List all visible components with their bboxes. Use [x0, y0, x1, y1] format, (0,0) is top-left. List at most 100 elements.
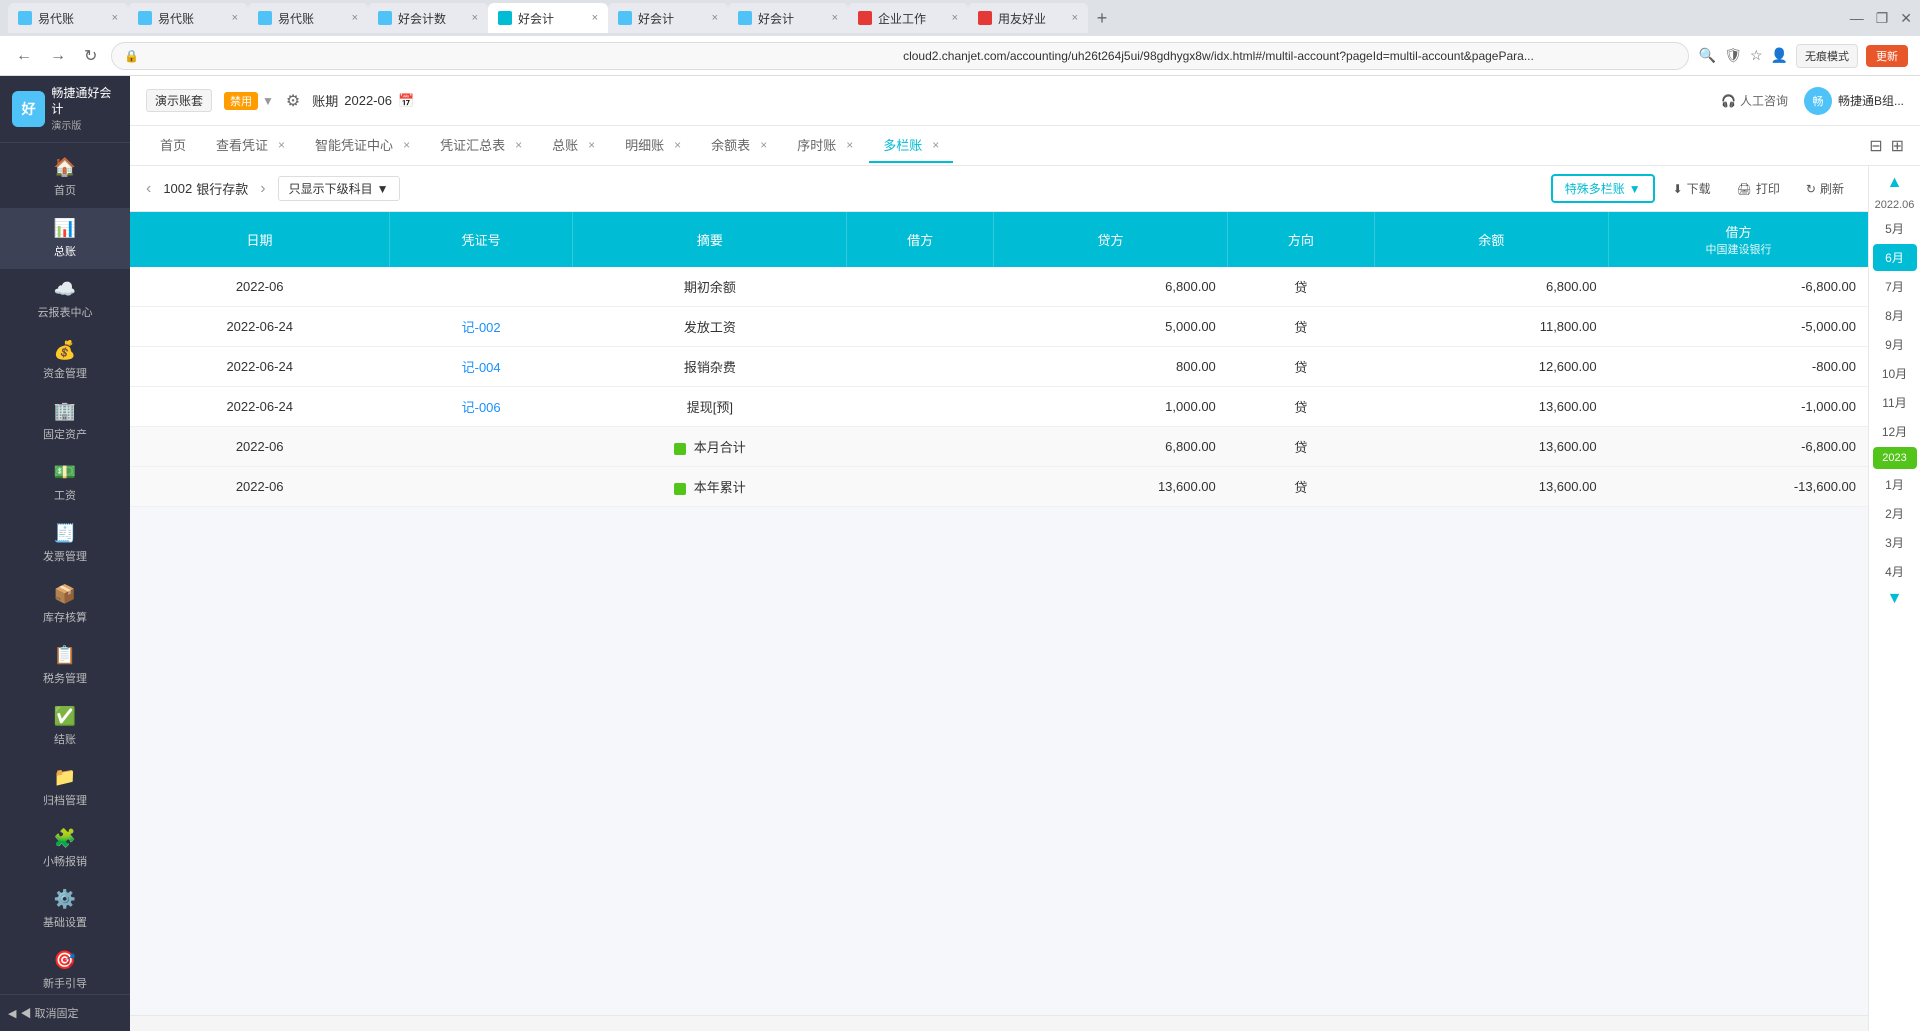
wuhen-mode-button[interactable]: 无痕模式 [1796, 44, 1858, 68]
timeline-month-5[interactable]: 5月 [1873, 215, 1917, 242]
next-account-button[interactable]: › [260, 180, 265, 198]
tab-journal[interactable]: 序时账 × [783, 129, 867, 163]
update-button[interactable]: 更新 [1866, 45, 1908, 67]
tab-expand-icon[interactable]: ⊞ [1891, 136, 1904, 156]
timeline-month-7[interactable]: 7月 [1873, 273, 1917, 300]
tab-close-9[interactable]: × [1072, 12, 1078, 24]
forward-button[interactable]: → [46, 43, 70, 69]
tab-close-4[interactable]: × [472, 12, 478, 24]
close-button[interactable]: ✕ [1900, 10, 1912, 27]
profile-icon[interactable]: 👤 [1771, 47, 1788, 64]
sidebar-label-guide: 新手引导 [43, 975, 87, 991]
tab-smart-vouchers-close[interactable]: × [403, 138, 410, 152]
tab-voucher-summary-close[interactable]: × [515, 138, 522, 152]
search-icon[interactable]: 🔍 [1699, 47, 1716, 64]
refresh-button[interactable]: ↻ 刷新 [1798, 176, 1852, 201]
timeline-month-2023-1[interactable]: 1月 [1873, 471, 1917, 498]
tab-close-1[interactable]: × [112, 12, 118, 24]
sidebar: 好 畅捷通好会计 演示版 🏠 首页 📊 总账 ☁️ 云报表中心 💰 资金管理 [0, 76, 130, 1031]
sidebar-item-salary[interactable]: 💵 工资 [0, 452, 130, 513]
horizontal-scrollbar[interactable] [130, 1015, 1868, 1031]
tab-journal-close[interactable]: × [846, 138, 853, 152]
sidebar-item-expense[interactable]: 🧩 小畅报销 [0, 818, 130, 879]
timeline-month-2023-4[interactable]: 4月 [1873, 558, 1917, 585]
timeline-scroll-down[interactable]: ▼ [1883, 586, 1907, 612]
status-selector[interactable]: 禁用 ▼ [224, 92, 274, 110]
timeline-month-10[interactable]: 10月 [1873, 360, 1917, 387]
browser-tab-6[interactable]: 好会计 × [608, 3, 728, 33]
browser-tab-1[interactable]: 易代账 × [8, 3, 128, 33]
sub-filter-dropdown[interactable]: 只显示下级科目 ▼ [278, 176, 400, 201]
timeline-year-marker-2023[interactable]: 2023 [1873, 447, 1917, 469]
tab-smart-vouchers[interactable]: 智能凭证中心 × [301, 129, 424, 163]
tab-close-7[interactable]: × [832, 12, 838, 24]
back-button[interactable]: ← [12, 43, 36, 69]
tab-home[interactable]: 首页 [146, 129, 200, 163]
tab-general-ledger[interactable]: 总账 × [538, 129, 609, 163]
tab-close-3[interactable]: × [352, 12, 358, 24]
browser-tab-8[interactable]: 企业工作 × [848, 3, 968, 33]
tab-close-2[interactable]: × [232, 12, 238, 24]
timeline-month-6[interactable]: 6月 [1873, 244, 1917, 271]
browser-tab-5[interactable]: 好会计 × [488, 3, 608, 33]
sidebar-item-funds[interactable]: 💰 资金管理 [0, 330, 130, 391]
browser-tab-9[interactable]: 用友好业 × [968, 3, 1088, 33]
restore-button[interactable]: ❐ [1876, 10, 1889, 27]
timeline-month-9[interactable]: 9月 [1873, 331, 1917, 358]
print-button[interactable]: 🖨 打印 [1729, 176, 1788, 201]
url-input[interactable]: 🔒 cloud2.chanjet.com/accounting/uh26t264… [111, 42, 1688, 70]
cell-voucher[interactable]: 记-006 [389, 387, 572, 427]
sidebar-item-invoice[interactable]: 🧾 发票管理 [0, 513, 130, 574]
sidebar-item-assets[interactable]: 🏢 固定资产 [0, 391, 130, 452]
filter-chevron-icon: ▼ [377, 182, 389, 196]
sidebar-item-tax[interactable]: 📋 税务管理 [0, 635, 130, 696]
tab-general-ledger-close[interactable]: × [588, 138, 595, 152]
tab-multi-column-close[interactable]: × [932, 138, 939, 152]
tab-detail-ledger-close[interactable]: × [674, 138, 681, 152]
cell-voucher[interactable]: 记-002 [389, 307, 572, 347]
timeline-month-8[interactable]: 8月 [1873, 302, 1917, 329]
browser-tab-2[interactable]: 易代账 × [128, 3, 248, 33]
tab-voucher-summary[interactable]: 凭证汇总表 × [426, 129, 536, 163]
cell-voucher[interactable]: 记-004 [389, 347, 572, 387]
new-tab-button[interactable]: + [1088, 4, 1116, 32]
browser-tab-7[interactable]: 好会计 × [728, 3, 848, 33]
tab-balance[interactable]: 余额表 × [697, 129, 781, 163]
timeline-scroll-up[interactable]: ▲ [1883, 170, 1907, 196]
multi-column-button[interactable]: 特殊多栏账 ▼ [1551, 174, 1655, 203]
sidebar-item-home[interactable]: 🏠 首页 [0, 147, 130, 208]
browser-tab-3[interactable]: 易代账 × [248, 3, 368, 33]
sidebar-item-archive[interactable]: 📁 归档管理 [0, 757, 130, 818]
sidebar-item-ledger[interactable]: 📊 总账 [0, 208, 130, 269]
calendar-icon[interactable]: 📅 [398, 93, 414, 109]
minimize-button[interactable]: — [1850, 10, 1864, 26]
timeline-month-11[interactable]: 11月 [1873, 389, 1917, 416]
refresh-browser-button[interactable]: ↻ [80, 42, 101, 70]
tab-close-5[interactable]: × [592, 12, 598, 24]
tab-close-8[interactable]: × [952, 12, 958, 24]
sidebar-item-close[interactable]: ✅ 结账 [0, 696, 130, 757]
timeline-month-12[interactable]: 12月 [1873, 418, 1917, 445]
tab-multi-column[interactable]: 多栏账 × [869, 129, 953, 163]
tab-balance-close[interactable]: × [760, 138, 767, 152]
sidebar-item-guide[interactable]: 🎯 新手引导 [0, 940, 130, 994]
tab-vouchers-close[interactable]: × [278, 138, 285, 152]
timeline-month-2023-2[interactable]: 2月 [1873, 500, 1917, 527]
prev-account-button[interactable]: ‹ [146, 180, 151, 198]
browser-tab-4[interactable]: 好会计数 × [368, 3, 488, 33]
tab-vouchers[interactable]: 查看凭证 × [202, 129, 299, 163]
tab-detail-ledger[interactable]: 明细账 × [611, 129, 695, 163]
tab-minimize-icon[interactable]: ⊟ [1869, 136, 1882, 156]
star-icon[interactable]: ☆ [1750, 47, 1763, 64]
sidebar-item-settings[interactable]: ⚙️ 基础设置 [0, 879, 130, 940]
sidebar-label-inventory: 库存核算 [43, 609, 87, 625]
timeline-month-2023-3[interactable]: 3月 [1873, 529, 1917, 556]
sidebar-pin-toggle[interactable]: ◀ ◀ 取消固定 [0, 994, 130, 1031]
download-button[interactable]: ⬇ 下载 [1665, 176, 1719, 201]
settings-button[interactable]: ⚙ [286, 91, 300, 111]
sidebar-item-inventory[interactable]: 📦 库存核算 [0, 574, 130, 635]
tab-close-6[interactable]: × [712, 12, 718, 24]
consult-button[interactable]: 🎧 人工咨询 [1721, 92, 1788, 109]
sidebar-item-cloud[interactable]: ☁️ 云报表中心 [0, 269, 130, 330]
shield-icon[interactable]: 🛡 [1724, 47, 1742, 64]
